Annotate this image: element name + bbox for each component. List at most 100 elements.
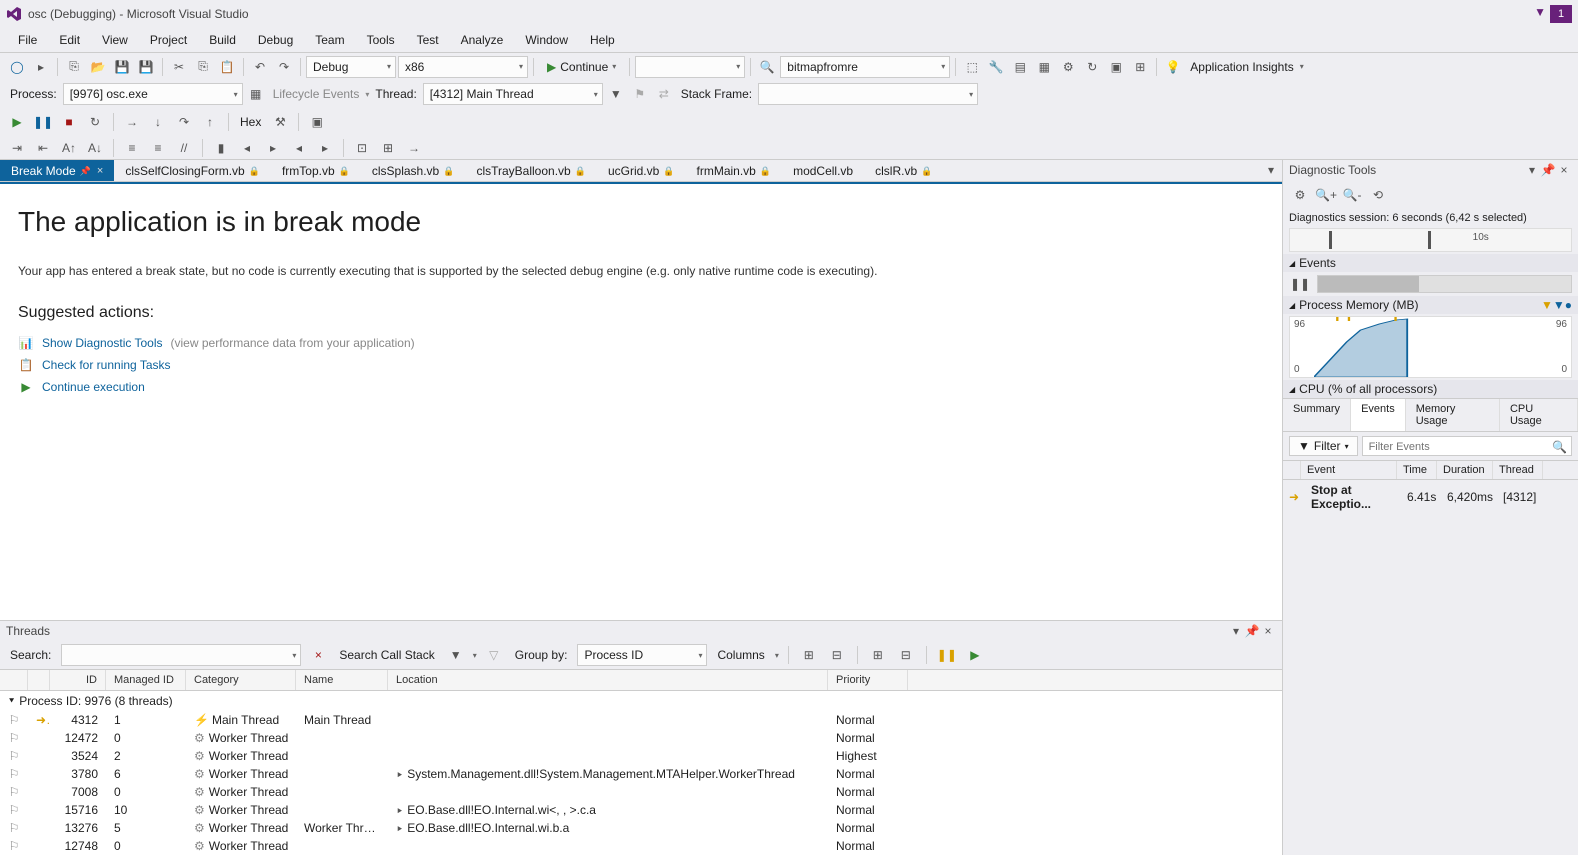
step-over-icon[interactable]: ↷ <box>173 111 195 133</box>
te-icon-9[interactable]: ▸ <box>262 137 284 159</box>
menu-view[interactable]: View <box>92 30 138 50</box>
new-project-icon[interactable]: ⎘ <box>63 56 85 78</box>
expand-callstack-icon[interactable]: ⊞ <box>867 644 889 666</box>
quicklaunch-dropdown-icon[interactable]: ▼ <box>1534 5 1546 23</box>
start-icon[interactable]: ▶ <box>6 111 28 133</box>
flag-outline-icon[interactable]: ⚐ <box>9 713 20 727</box>
diag-tab-cpu[interactable]: CPU Usage <box>1500 399 1578 431</box>
filter-funnel-icon[interactable]: ▼ <box>445 644 467 666</box>
save-icon[interactable]: 💾 <box>111 56 133 78</box>
window-pos-icon[interactable]: ▾ <box>1228 623 1244 639</box>
menu-window[interactable]: Window <box>515 30 578 50</box>
te-icon-13[interactable]: ⊞ <box>377 137 399 159</box>
thread-row[interactable]: ⚐37806⚙Worker Thread⯈System.Management.d… <box>0 765 1282 783</box>
tab-file[interactable]: clsTrayBalloon.vb🔒 <box>465 160 596 181</box>
flag-icon[interactable]: ⚑ <box>629 83 651 105</box>
stop-icon[interactable]: ■ <box>58 111 80 133</box>
thread-row[interactable]: ⚐124720⚙Worker ThreadNormal <box>0 729 1282 747</box>
thread-row[interactable]: ⚐1571610⚙Worker Thread⯈EO.Base.dll!EO.In… <box>0 801 1282 819</box>
step-out-icon[interactable]: ↑ <box>199 111 221 133</box>
flag-outline-icon[interactable]: ⚐ <box>9 785 20 799</box>
search-combo[interactable]: bitmapfromre <box>780 56 950 78</box>
threads-icon[interactable]: ⇄ <box>653 83 675 105</box>
clear-search-icon[interactable]: × <box>307 644 329 666</box>
expand-icon[interactable]: ⯈ <box>396 806 403 816</box>
cpu-section-header[interactable]: ◢CPU (% of all processors) <box>1283 380 1578 398</box>
tab-overflow-icon[interactable]: ▾ <box>1260 160 1282 181</box>
close-icon[interactable]: × <box>1556 162 1572 178</box>
lifecycle-icon[interactable]: ▦ <box>245 83 267 105</box>
tb-icon-5[interactable]: ⚙ <box>1057 56 1079 78</box>
pause-events-icon[interactable]: ❚❚ <box>1289 273 1311 295</box>
te-icon-3[interactable]: A↑ <box>58 137 80 159</box>
flag-outline-icon[interactable]: ⚐ <box>9 767 20 781</box>
flag-outline-icon[interactable]: ⚐ <box>9 821 20 835</box>
copy-icon[interactable]: ⎘ <box>192 56 214 78</box>
collapse-callstack-icon[interactable]: ⊟ <box>895 644 917 666</box>
debug-tool-icon[interactable]: ⚒ <box>269 111 291 133</box>
tab-file[interactable]: clsSelfClosingForm.vb🔒 <box>114 160 271 181</box>
show-next-icon[interactable]: → <box>121 111 143 133</box>
bookmark-icon[interactable]: ▮ <box>210 137 232 159</box>
filter-button[interactable]: ▼ Filter ▾ <box>1289 436 1358 456</box>
threads-search-input[interactable] <box>61 644 301 666</box>
menu-team[interactable]: Team <box>305 30 354 50</box>
te-icon-2[interactable]: ⇤ <box>32 137 54 159</box>
flag-outline-icon[interactable]: ⚐ <box>9 749 20 763</box>
tab-file[interactable]: frmTop.vb🔒 <box>271 160 361 181</box>
pin-icon[interactable]: 📌 <box>1540 162 1556 178</box>
search-callstack-label[interactable]: Search Call Stack <box>335 648 438 662</box>
pause-icon[interactable]: ❚❚ <box>32 111 54 133</box>
menu-file[interactable]: File <box>8 30 47 50</box>
freeze-icon[interactable]: ❚❚ <box>936 644 958 666</box>
te-icon-10[interactable]: ◂ <box>288 137 310 159</box>
tab-file[interactable]: clsSplash.vb🔒 <box>361 160 466 181</box>
app-insights-button[interactable]: Application Insights <box>1186 60 1297 74</box>
menu-project[interactable]: Project <box>140 30 197 50</box>
continue-button[interactable]: ▶ Continue ▾ <box>539 56 624 78</box>
memory-chart[interactable]: 96 0 96 0 <box>1289 316 1572 378</box>
tb-icon-1[interactable]: ⬚ <box>961 56 983 78</box>
te-icon-1[interactable]: ⇥ <box>6 137 28 159</box>
tab-file[interactable]: clslR.vb🔒 <box>864 160 943 181</box>
te-icon-6[interactable]: ≡ <box>147 137 169 159</box>
reset-zoom-icon[interactable]: ⟲ <box>1367 184 1389 206</box>
nav-back-icon[interactable]: ◯ <box>6 56 28 78</box>
find-in-files-icon[interactable]: 🔍 <box>756 56 778 78</box>
thread-combo[interactable]: [4312] Main Thread <box>423 83 603 105</box>
te-icon-14[interactable]: → <box>403 137 425 159</box>
menu-edit[interactable]: Edit <box>49 30 90 50</box>
expand-icon[interactable]: ⯈ <box>396 824 403 834</box>
menu-build[interactable]: Build <box>199 30 246 50</box>
thread-row[interactable]: ⚐35242⚙Worker ThreadHighest <box>0 747 1282 765</box>
notification-badge[interactable]: 1 <box>1550 5 1572 23</box>
filter-funnel-clear-icon[interactable]: ▽ <box>483 644 505 666</box>
tb-icon-6[interactable]: ↻ <box>1081 56 1103 78</box>
thread-row[interactable]: ⚐70080⚙Worker ThreadNormal <box>0 783 1282 801</box>
tb-icon-8[interactable]: ⊞ <box>1129 56 1151 78</box>
te-icon-5[interactable]: ≡ <box>121 137 143 159</box>
menu-debug[interactable]: Debug <box>248 30 303 50</box>
thread-row[interactable]: ⚐➜43121⚡Main ThreadMain ThreadNormal <box>0 711 1282 729</box>
close-icon[interactable]: × <box>97 165 103 177</box>
collapse-icon[interactable]: ⯆ <box>8 696 15 707</box>
tb-icon-3[interactable]: ▤ <box>1009 56 1031 78</box>
tb-icon-4[interactable]: ▦ <box>1033 56 1055 78</box>
lightbulb-icon[interactable]: 💡 <box>1162 56 1184 78</box>
step-into-icon[interactable]: ↓ <box>147 111 169 133</box>
close-icon[interactable]: × <box>1260 623 1276 639</box>
lifecycle-label[interactable]: Lifecycle Events <box>269 87 364 101</box>
window-pos-icon[interactable]: ▾ <box>1524 162 1540 178</box>
menu-help[interactable]: Help <box>580 30 625 50</box>
pin-icon[interactable]: 📌 <box>80 166 91 177</box>
hex-button[interactable]: Hex <box>236 115 265 129</box>
undo-icon[interactable]: ↶ <box>249 56 271 78</box>
te-icon-4[interactable]: A↓ <box>84 137 106 159</box>
zoom-in-icon[interactable]: 🔍+ <box>1315 184 1337 206</box>
find-combo[interactable] <box>635 56 745 78</box>
menu-tools[interactable]: Tools <box>357 30 405 50</box>
diag-tab-memory[interactable]: Memory Usage <box>1406 399 1500 431</box>
pin-icon[interactable]: 📌 <box>1244 623 1260 639</box>
tab-file[interactable]: modCell.vb <box>782 160 864 181</box>
redo-icon[interactable]: ↷ <box>273 56 295 78</box>
